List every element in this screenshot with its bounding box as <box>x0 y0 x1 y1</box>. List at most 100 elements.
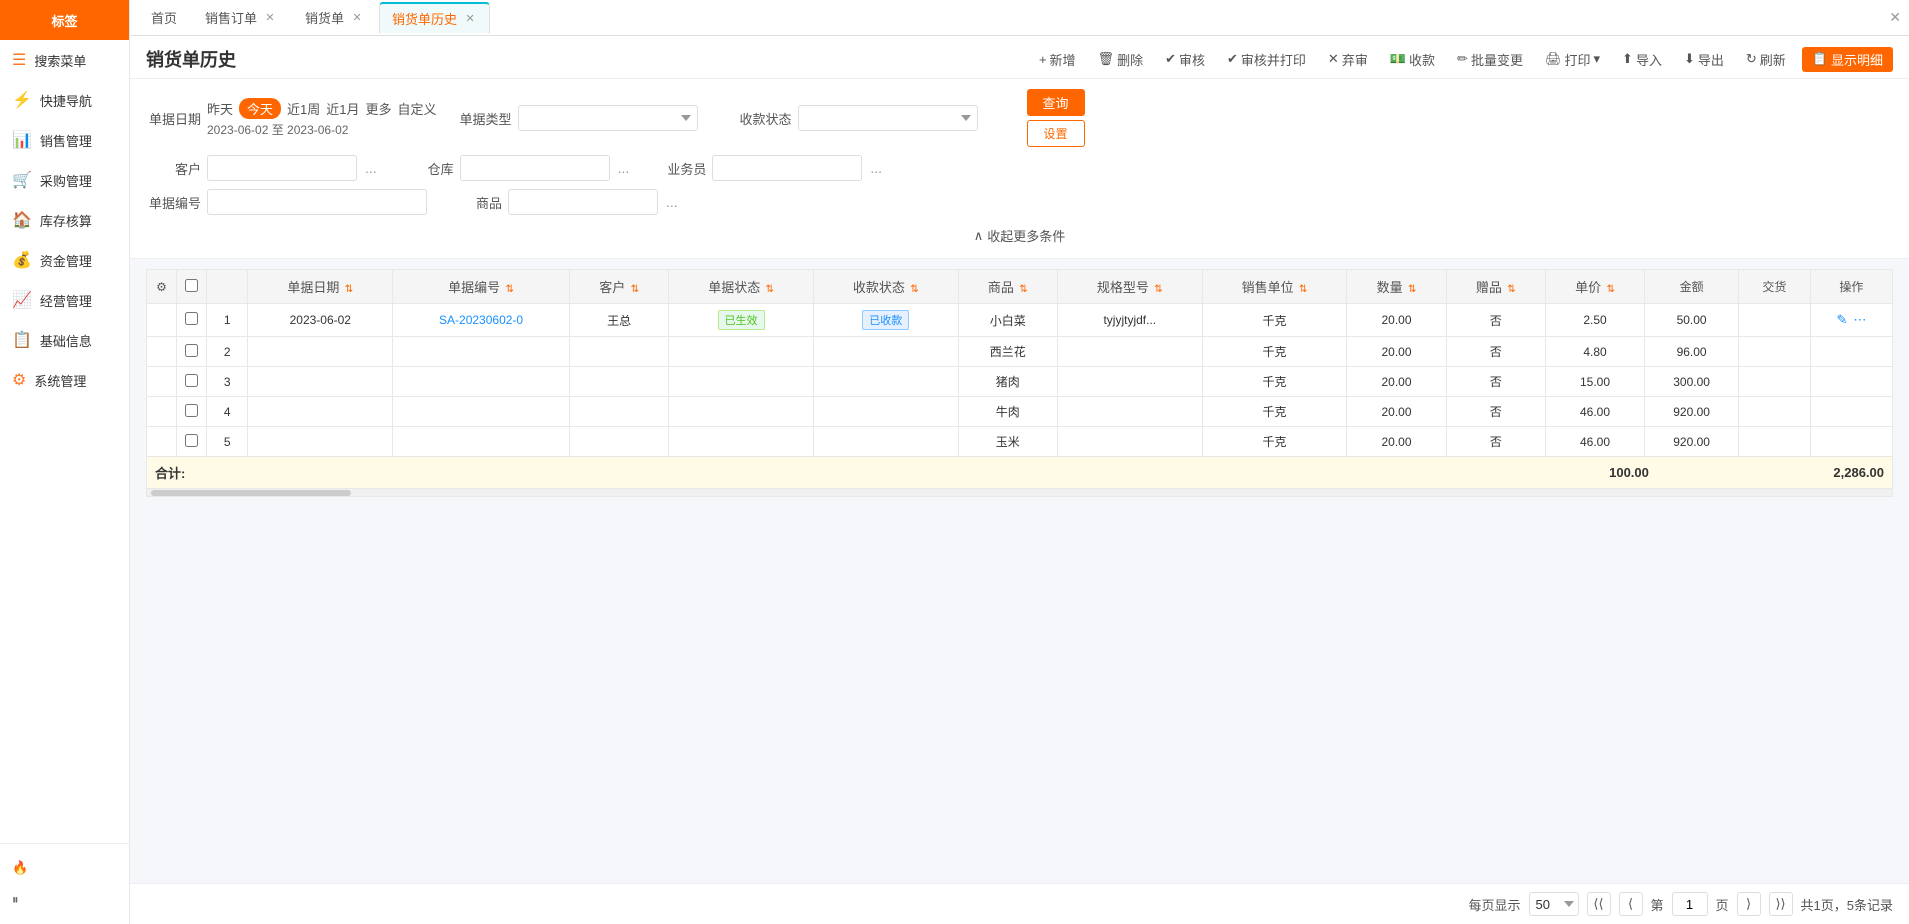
warehouse-input[interactable] <box>460 155 610 181</box>
tab-sales-order-close[interactable]: ✕ <box>263 11 277 25</box>
refresh-btn[interactable]: ↻ 刷新 <box>1740 48 1792 71</box>
col-spec[interactable]: 规格型号 ⇅ <box>1057 270 1202 304</box>
cell-check-4[interactable] <box>177 427 207 457</box>
query-button[interactable]: 查询 <box>1027 89 1085 116</box>
sidebar-item-basic-info[interactable]: 📋 基础信息 <box>0 320 129 360</box>
delete-btn[interactable]: 🗑 删除 <box>1092 48 1150 71</box>
sidebar-item-sales-mgmt[interactable]: 📊 销售管理 <box>0 120 129 160</box>
abandon-btn[interactable]: ✕ 弃审 <box>1322 48 1374 71</box>
summary-label: 合计: <box>155 463 215 482</box>
shortcut-last7[interactable]: 近1周 <box>287 99 320 118</box>
audit-btn[interactable]: ✔ 审核 <box>1159 48 1211 71</box>
collect-btn[interactable]: 💵 收款 <box>1384 48 1441 71</box>
abandon-icon: ✕ <box>1328 51 1339 67</box>
cell-docno-3[interactable] <box>393 397 570 427</box>
collapse-btn[interactable]: ∧ 收起更多条件 <box>964 223 1076 248</box>
sidebar-item-quick-nav[interactable]: ⚡ 快捷导航 <box>0 80 129 120</box>
horizontal-scrollbar[interactable] <box>146 489 1893 497</box>
print-btn[interactable]: 🖨 打印 ▾ <box>1539 48 1606 71</box>
cell-amount-4: 920.00 <box>1645 427 1739 457</box>
first-page-btn[interactable]: ⟨⟨ <box>1587 892 1611 916</box>
tab-sales-goods[interactable]: 销货单 ✕ <box>292 2 377 34</box>
pay-status-select[interactable] <box>798 105 978 131</box>
salesman-label: 业务员 <box>651 159 706 178</box>
col-gift[interactable]: 赠品 ⇅ <box>1446 270 1545 304</box>
sidebar-item-label: 系统管理 <box>34 371 86 390</box>
col-doc-status[interactable]: 单据状态 ⇅ <box>669 270 814 304</box>
col-unit[interactable]: 销售单位 ⇅ <box>1202 270 1347 304</box>
abandon-label: 弃审 <box>1342 50 1368 69</box>
warehouse-dots-btn[interactable]: ... <box>616 160 632 176</box>
batch-change-btn[interactable]: ✏ 批量变更 <box>1451 48 1529 71</box>
close-all-btn[interactable]: ✕ <box>1889 9 1901 26</box>
sidebar-item-ops-mgmt[interactable]: 📈 经营管理 <box>0 280 129 320</box>
last-page-btn[interactable]: ⟩⟩ <box>1769 892 1793 916</box>
export-btn[interactable]: ⬇ 导出 <box>1678 48 1730 71</box>
edit-icon[interactable]: ✎ <box>1836 312 1847 328</box>
shortcut-yesterday[interactable]: 昨天 <box>207 99 233 118</box>
goods-input[interactable] <box>508 189 658 215</box>
select-all-checkbox[interactable] <box>185 279 198 292</box>
more-icon[interactable]: ⋯ <box>1853 312 1866 328</box>
page-number-input[interactable] <box>1672 892 1708 916</box>
tab-sales-goods-close[interactable]: ✕ <box>350 11 364 25</box>
col-pay-status[interactable]: 收款状态 ⇅ <box>813 270 958 304</box>
row-checkbox-2[interactable] <box>185 374 198 387</box>
sidebar-item-finance-mgmt[interactable]: 💰 资金管理 <box>0 240 129 280</box>
sidebar-item-purchase-mgmt[interactable]: 🛒 采购管理 <box>0 160 129 200</box>
sidebar-item-sys-mgmt[interactable]: ⚙ 系统管理 <box>0 360 129 400</box>
cell-check-2[interactable] <box>177 367 207 397</box>
show-detail-btn[interactable]: 📋 显示明细 <box>1802 47 1893 72</box>
doc-type-select[interactable] <box>518 105 698 131</box>
col-doc-date[interactable]: 单据日期 ⇅ <box>248 270 393 304</box>
row-checkbox-0[interactable] <box>185 312 198 325</box>
row-checkbox-4[interactable] <box>185 434 198 447</box>
tab-sales-order[interactable]: 销售订单 ✕ <box>192 2 290 34</box>
col-qty[interactable]: 数量 ⇅ <box>1347 270 1446 304</box>
next-page-btn[interactable]: ⟩ <box>1737 892 1761 916</box>
sort-icon-docstatus: ⇅ <box>766 284 774 295</box>
sidebar-bottom-fire[interactable]: 🔥 <box>0 852 129 884</box>
new-btn[interactable]: + 新增 <box>1033 48 1082 71</box>
col-gear[interactable]: ⚙ <box>147 270 177 304</box>
prev-page-btn[interactable]: ⟨ <box>1619 892 1643 916</box>
shortcut-custom[interactable]: 自定义 <box>398 99 437 118</box>
col-doc-no[interactable]: 单据编号 ⇅ <box>393 270 570 304</box>
salesman-dots-btn[interactable]: ... <box>868 160 884 176</box>
cell-check-3[interactable] <box>177 397 207 427</box>
col-customer[interactable]: 客户 ⇅ <box>569 270 668 304</box>
pause-icon: ⏸ <box>12 892 19 908</box>
salesman-input[interactable] <box>712 155 862 181</box>
tab-sales-history[interactable]: 销货单历史 ✕ <box>379 2 490 34</box>
col-price[interactable]: 单价 ⇅ <box>1545 270 1644 304</box>
cell-check-0[interactable] <box>177 304 207 337</box>
shortcut-today[interactable]: 今天 <box>239 98 281 119</box>
tab-sales-history-close[interactable]: ✕ <box>463 11 477 25</box>
sidebar-item-inventory[interactable]: 🏠 库存核算 <box>0 200 129 240</box>
cell-docno-2[interactable] <box>393 367 570 397</box>
import-btn[interactable]: ⬆ 导入 <box>1616 48 1668 71</box>
cell-docno-0[interactable]: SA-20230602-0 <box>393 304 570 337</box>
page-size-select[interactable]: 50 20 100 200 <box>1529 892 1579 916</box>
row-checkbox-3[interactable] <box>185 404 198 417</box>
audit-print-label: 审核并打印 <box>1241 50 1306 69</box>
cell-goods-2: 猪肉 <box>958 367 1057 397</box>
row-checkbox-1[interactable] <box>185 344 198 357</box>
goods-dots-btn[interactable]: ... <box>664 194 680 210</box>
sidebar-item-search-menu[interactable]: ☰ 搜索菜单 <box>0 40 129 80</box>
settings-button[interactable]: 设置 <box>1027 120 1085 147</box>
customer-dots-btn[interactable]: ... <box>363 160 379 176</box>
sidebar-bottom-pause[interactable]: ⏸ <box>0 884 129 916</box>
shortcut-more[interactable]: 更多 <box>366 99 392 118</box>
doc-no-input[interactable] <box>207 189 427 215</box>
col-goods[interactable]: 商品 ⇅ <box>958 270 1057 304</box>
cell-docno-1[interactable] <box>393 337 570 367</box>
cell-docno-4[interactable] <box>393 427 570 457</box>
scrollbar-thumb[interactable] <box>151 490 351 496</box>
shortcut-last1m[interactable]: 近1月 <box>326 99 359 118</box>
audit-print-btn[interactable]: ✔ 审核并打印 <box>1221 48 1312 71</box>
customer-input[interactable] <box>207 155 357 181</box>
tab-bar: 首页 销售订单 ✕ 销货单 ✕ 销货单历史 ✕ ✕ <box>130 0 1909 36</box>
cell-check-1[interactable] <box>177 337 207 367</box>
tab-home[interactable]: 首页 <box>138 2 190 34</box>
